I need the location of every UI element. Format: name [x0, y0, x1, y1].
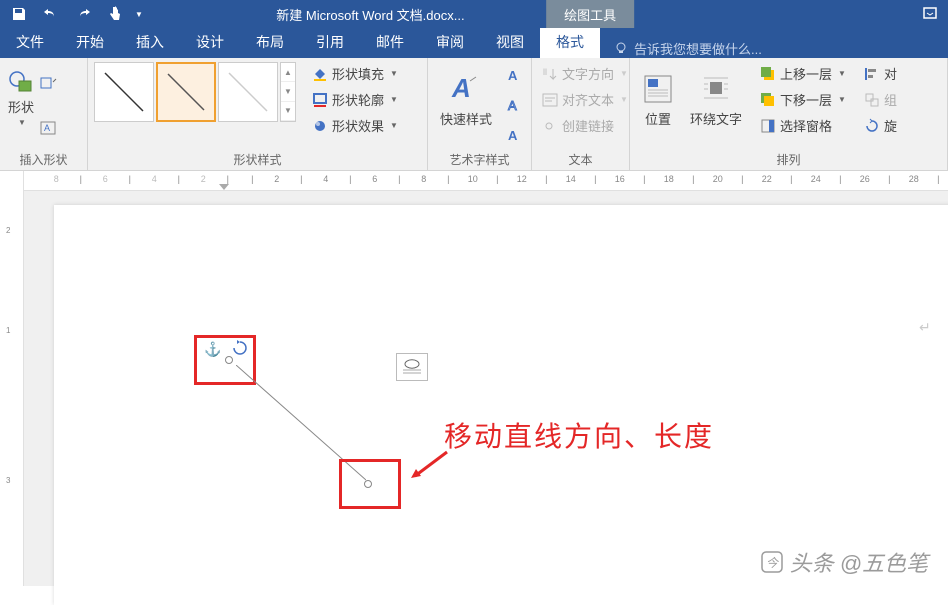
contextual-tab-label: 绘图工具 [546, 0, 634, 28]
touch-mode-button[interactable] [100, 1, 130, 27]
group-objects-button[interactable]: 组 [860, 88, 901, 111]
svg-text:A: A [508, 68, 518, 83]
line-start-handle[interactable] [225, 356, 233, 364]
tab-design[interactable]: 设计 [180, 25, 240, 58]
window-controls [922, 5, 938, 21]
shape-fill-button[interactable]: 形状填充▼ [308, 62, 402, 85]
layout-options-button[interactable] [396, 353, 428, 381]
gallery-scroll[interactable]: ▲▼▼ [280, 62, 296, 122]
line-end-handle[interactable] [364, 480, 372, 488]
style-preset-3[interactable] [218, 62, 278, 122]
watermark-logo-icon: 今 [760, 550, 784, 574]
rotate-icon [864, 118, 880, 134]
draw-textbox-icon[interactable]: A [40, 121, 58, 135]
send-backward-icon [760, 92, 776, 108]
paragraph-mark-icon: ↵ [919, 319, 931, 336]
tab-references[interactable]: 引用 [300, 25, 360, 58]
svg-text:A: A [44, 123, 50, 133]
tab-layout[interactable]: 布局 [240, 25, 300, 58]
svg-text:A: A [451, 73, 471, 103]
chevron-down-icon: ▼ [18, 118, 26, 127]
group-label: 排列 [636, 149, 941, 168]
group-label: 形状样式 [94, 149, 421, 168]
shape-effects-button[interactable]: 形状效果▼ [308, 114, 402, 137]
watermark: 今 头条 @五色笔 [760, 546, 928, 578]
qat-customize-button[interactable]: ▼ [132, 1, 146, 27]
title-bar: ▼ 新建 Microsoft Word 文档.docx... 绘图工具 [0, 0, 948, 28]
outline-icon [312, 92, 328, 108]
annotation-text: 移动直线方向、长度 [444, 415, 714, 455]
group-label: 文本 [538, 149, 623, 168]
shape-outline-button[interactable]: 形状轮廓▼ [308, 88, 402, 111]
page: ⚓ ↵ 移动直线方向、长度 [54, 205, 948, 605]
group-text: ll 文字方向▼ 对齐文本▼ 创建链接 文本 [532, 58, 630, 170]
wrap-icon [700, 73, 732, 105]
align-text-button[interactable]: 对齐文本▼ [538, 88, 632, 111]
group-label: 艺术字样式 [434, 149, 525, 168]
ribbon-options-icon[interactable] [922, 5, 938, 21]
wrap-text-button[interactable]: 环绕文字 [684, 62, 748, 138]
create-link-button[interactable]: 创建链接 [538, 114, 632, 137]
svg-text:ll: ll [543, 67, 547, 77]
redo-button[interactable] [68, 1, 98, 27]
align-icon [864, 66, 880, 82]
svg-text:今: 今 [766, 556, 780, 570]
ribbon: 形状 ▼ A 插入形状 ▲▼▼ 形状填充▼ [0, 58, 948, 171]
style-preset-2[interactable] [156, 62, 216, 122]
text-direction-icon: ll [542, 66, 558, 82]
tab-format[interactable]: 格式 [540, 25, 600, 58]
rotate-objects-button[interactable]: 旋 [860, 114, 901, 137]
effects-icon [312, 118, 328, 134]
group-wordart-styles: A 快速样式 A A A 艺术字样式 [428, 58, 532, 170]
send-backward-button[interactable]: 下移一层▼ [756, 88, 850, 111]
position-icon [642, 73, 674, 105]
tab-review[interactable]: 审阅 [420, 25, 480, 58]
group-label: 插入形状 [6, 149, 81, 168]
style-preset-1[interactable] [94, 62, 154, 122]
tab-file[interactable]: 文件 [0, 25, 60, 58]
annotation-highlight-end [339, 459, 401, 509]
svg-text:A: A [508, 128, 518, 143]
document-area: 2 1 3 8| 6| 4| 2| | 2| 4| 6| 8| 10| 12| … [0, 171, 948, 586]
annotation-arrow-icon [409, 450, 449, 480]
group-shape-styles: ▲▼▼ 形状填充▼ 形状轮廓▼ 形状效果▼ 形状样式 [88, 58, 428, 170]
shape-style-gallery[interactable]: ▲▼▼ [94, 62, 296, 149]
edit-shape-icon[interactable] [40, 76, 58, 90]
text-effects-icon[interactable]: A [506, 128, 524, 144]
fill-icon [312, 66, 328, 82]
bring-forward-icon [760, 66, 776, 82]
quick-access-toolbar: ▼ [0, 1, 146, 27]
align-objects-button[interactable]: 对 [860, 62, 901, 85]
document-canvas[interactable]: ⚓ ↵ 移动直线方向、长度 [24, 191, 948, 586]
text-outline-icon[interactable]: A [506, 98, 524, 114]
tell-me-search[interactable]: 告诉我您想要做什么... [614, 39, 762, 58]
tab-view[interactable]: 视图 [480, 25, 540, 58]
selection-pane-button[interactable]: 选择窗格 [756, 114, 850, 137]
group-arrange: 位置 环绕文字 上移一层▼ 下移一层▼ 选择窗格 [630, 58, 948, 170]
save-button[interactable] [4, 1, 34, 27]
tab-home[interactable]: 开始 [60, 25, 120, 58]
menu-bar: 文件 开始 插入 设计 布局 引用 邮件 审阅 视图 格式 告诉我您想要做什么.… [0, 28, 948, 58]
selection-pane-icon [760, 118, 776, 134]
vertical-ruler: 2 1 3 [0, 171, 24, 586]
bring-forward-button[interactable]: 上移一层▼ [756, 62, 850, 85]
link-icon [542, 118, 558, 134]
lightbulb-icon [614, 42, 628, 56]
align-text-icon [542, 92, 558, 108]
quick-styles-button[interactable]: A 快速样式 [434, 62, 498, 138]
undo-button[interactable] [36, 1, 66, 27]
svg-text:A: A [508, 98, 517, 113]
wordart-icon: A [450, 73, 482, 105]
text-direction-button[interactable]: ll 文字方向▼ [538, 62, 632, 85]
shapes-gallery-button[interactable]: 形状 ▼ [6, 62, 36, 132]
tab-mailings[interactable]: 邮件 [360, 25, 420, 58]
text-fill-icon[interactable]: A [506, 68, 524, 84]
layout-options-icon [402, 359, 422, 375]
document-title: 新建 Microsoft Word 文档.docx... [276, 5, 464, 24]
group-icon [864, 92, 880, 108]
position-button[interactable]: 位置 [636, 62, 680, 138]
group-insert-shapes: 形状 ▼ A 插入形状 [0, 58, 88, 170]
tab-insert[interactable]: 插入 [120, 25, 180, 58]
horizontal-ruler: 8| 6| 4| 2| | 2| 4| 6| 8| 10| 12| 14| 16… [24, 171, 948, 191]
